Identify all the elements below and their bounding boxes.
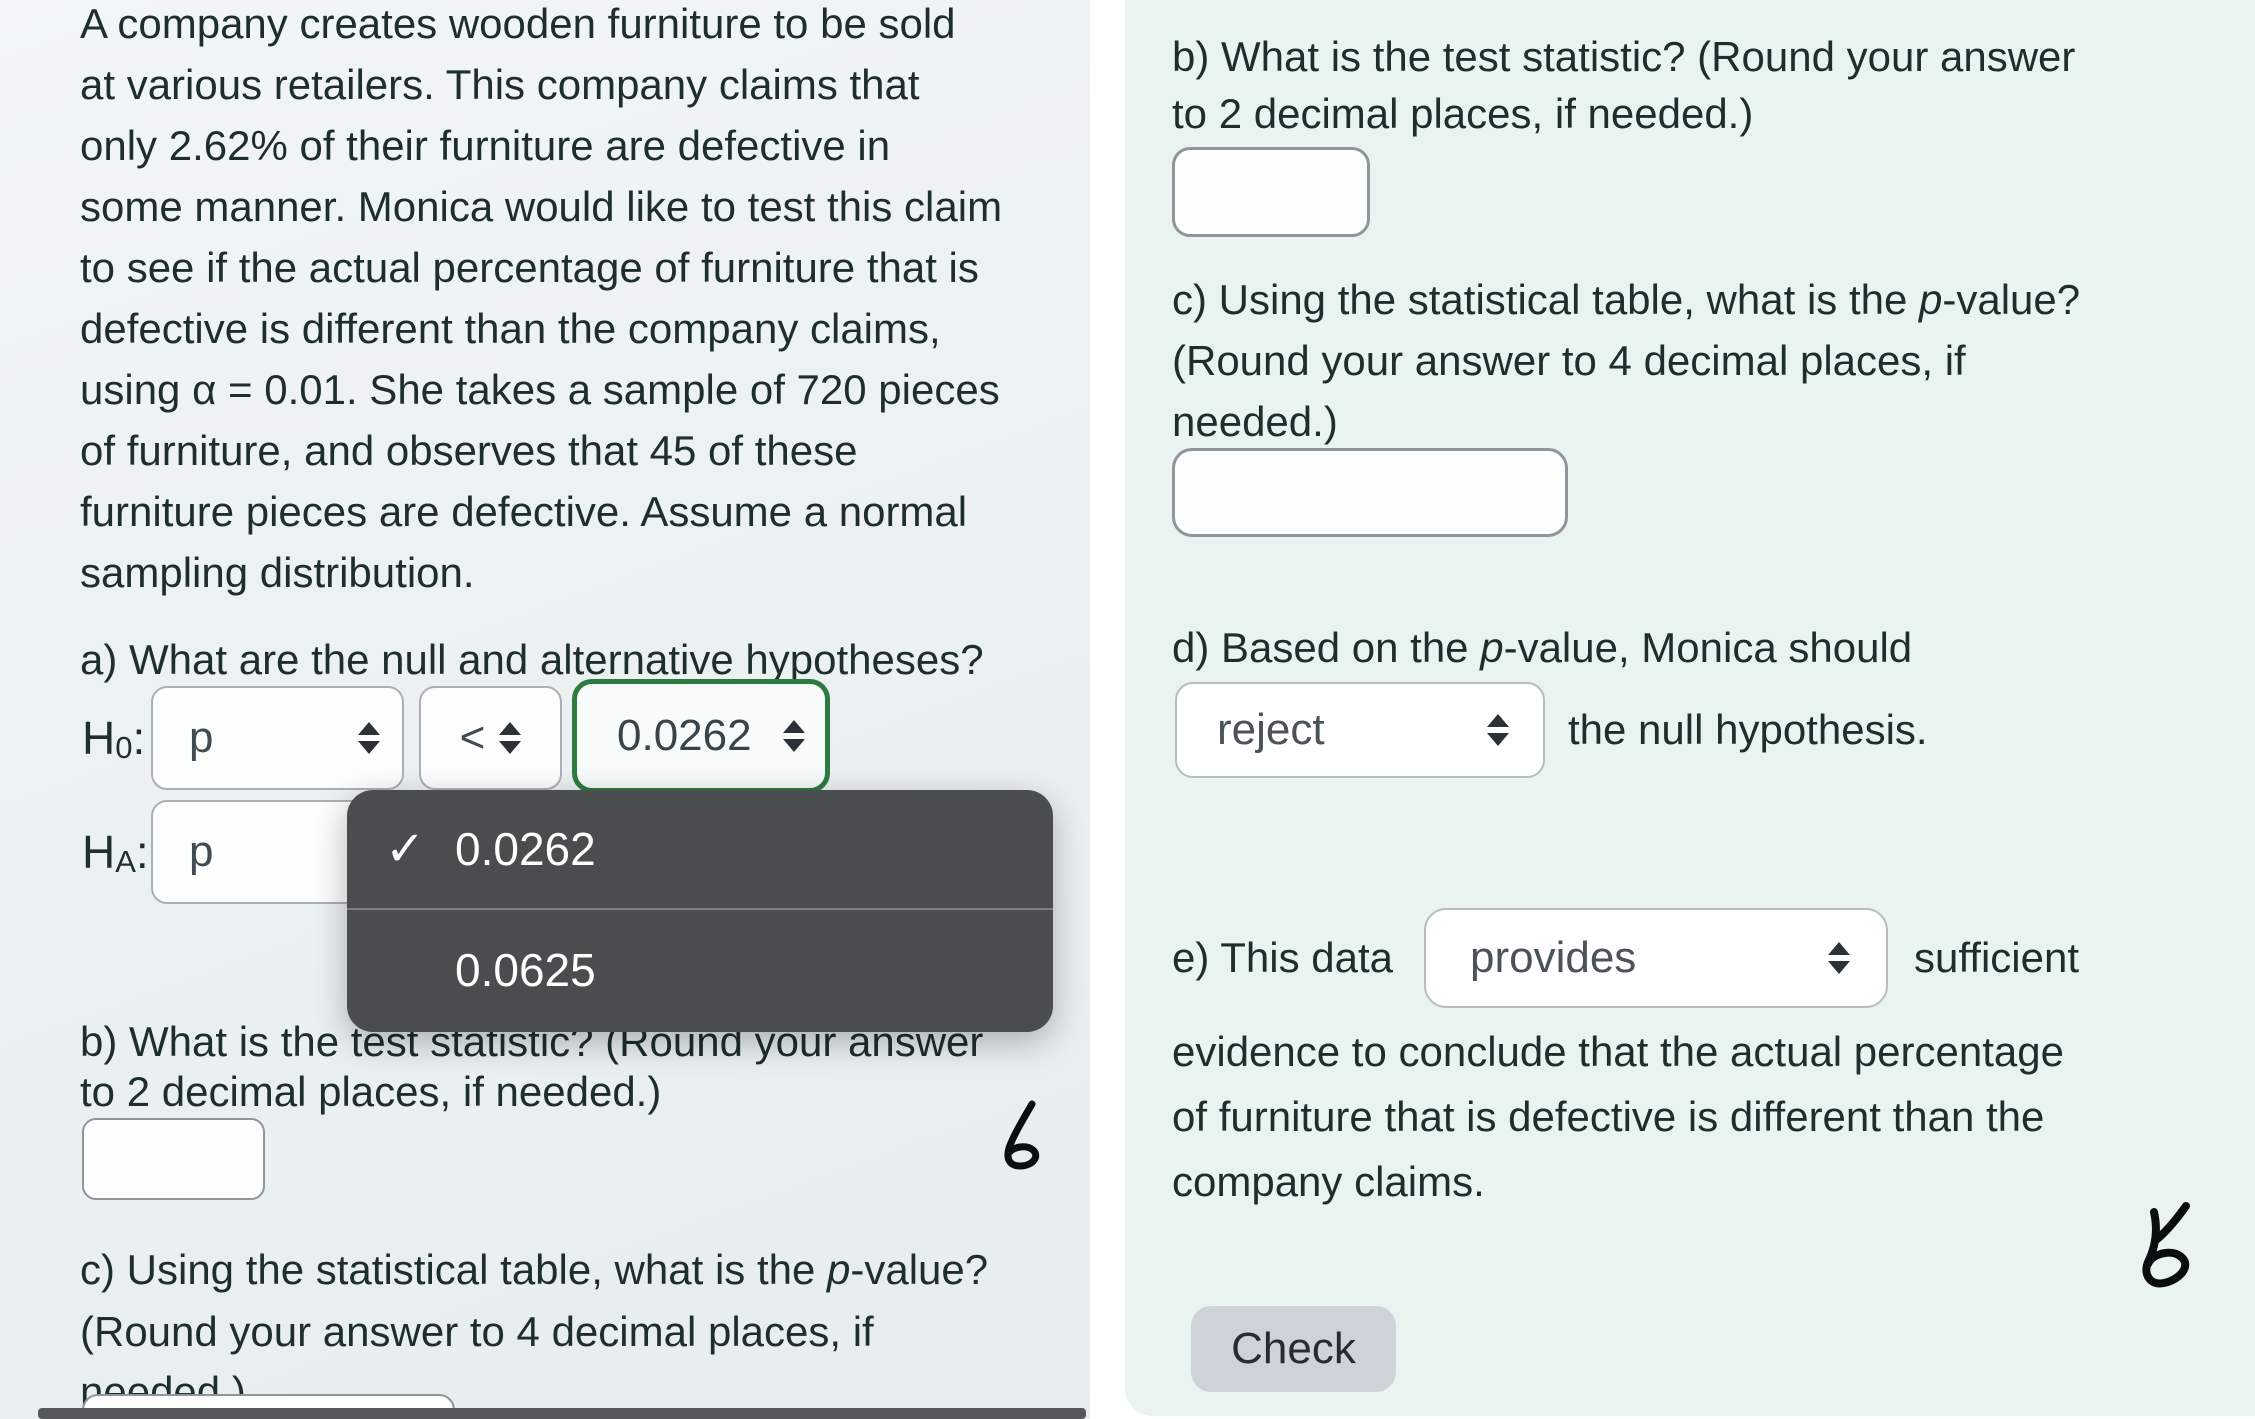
- h0-parameter-select[interactable]: p: [151, 686, 404, 790]
- part-e-suffix: sufficient: [1914, 934, 2079, 981]
- handwritten-mark-left: [1004, 1100, 1040, 1170]
- problem-line: furniture pieces are defective. Assume a…: [80, 488, 968, 535]
- bottom-scrollbar[interactable]: [38, 1408, 1086, 1419]
- check-icon: ✓: [385, 823, 426, 876]
- problem-line: of furniture, and observes that 45 of th…: [80, 427, 858, 474]
- menu-option[interactable]: 0.0625: [347, 910, 1053, 1030]
- part-c-text: -value?: [1942, 276, 2081, 323]
- updown-arrows-icon: [1487, 714, 1509, 746]
- ha-label: HA:: [82, 800, 149, 904]
- h0-parameter-value: p: [189, 713, 214, 762]
- part-e-prefix: e) This data: [1172, 934, 1394, 981]
- ha-parameter-value: p: [189, 827, 214, 876]
- problem-line: some manner. Monica would like to test t…: [80, 183, 1003, 230]
- value-dropdown-menu: ✓ 0.0262 0.0625: [347, 790, 1053, 1032]
- problem-line: A company creates wooden furniture to be…: [80, 0, 956, 47]
- part-c-text: c) Using the statistical table, what is …: [80, 1246, 827, 1293]
- h0-value: 0.0262: [617, 711, 752, 760]
- quiz-page: A company creates wooden furniture to be…: [0, 0, 2255, 1419]
- menu-option-selected[interactable]: ✓ 0.0262: [347, 790, 1053, 908]
- problem-line: sampling distribution.: [80, 549, 475, 596]
- ha-colon: :: [135, 826, 149, 878]
- decision-select[interactable]: reject: [1175, 682, 1545, 778]
- part-d-text: -value, Monica should: [1503, 624, 1913, 671]
- decision-value: reject: [1217, 705, 1325, 754]
- ha-subscript: A: [115, 844, 136, 879]
- problem-line: defective is different than the company …: [80, 305, 941, 352]
- evidence-select[interactable]: provides: [1424, 908, 1888, 1008]
- h0-base: H: [82, 712, 116, 764]
- part-d-suffix: the null hypothesis.: [1568, 706, 1928, 753]
- menu-option-label: 0.0625: [455, 944, 596, 996]
- menu-option-label: 0.0262: [455, 823, 596, 875]
- part-a-heading: a) What are the null and alternative hyp…: [80, 636, 984, 683]
- problem-line: to see if the actual percentage of furni…: [80, 244, 979, 291]
- updown-arrows-icon: [783, 720, 805, 752]
- updown-arrows-icon: [1828, 942, 1850, 974]
- h0-label: H0:: [82, 686, 145, 790]
- p-italic: p: [1919, 276, 1943, 323]
- part-b-heading-line2: to 2 decimal places, if needed.): [80, 1068, 662, 1115]
- part-b-heading-line1: b) What is the test statistic? (Round yo…: [1172, 33, 2076, 80]
- test-statistic-input-left[interactable]: [82, 1118, 265, 1200]
- problem-line: only 2.62% of their furniture are defect…: [80, 122, 891, 169]
- part-c-heading-line1: c) Using the statistical table, what is …: [1172, 270, 2080, 330]
- part-c-heading-line2: (Round your answer to 4 decimal places, …: [80, 1308, 874, 1355]
- test-statistic-input[interactable]: [1172, 147, 1370, 237]
- part-b-heading-line2: to 2 decimal places, if needed.): [1172, 90, 1754, 137]
- part-e-line4: company claims.: [1172, 1158, 1485, 1205]
- h0-value-select[interactable]: 0.0262: [572, 679, 830, 793]
- evidence-value: provides: [1470, 933, 1637, 982]
- handwritten-mark-right: [2142, 1202, 2190, 1288]
- updown-arrows-icon: [358, 722, 380, 754]
- h0-subscript: 0: [115, 730, 133, 765]
- h0-operator-select[interactable]: <: [419, 686, 562, 790]
- h0-colon: :: [132, 712, 146, 764]
- part-d-text: d) Based on the: [1172, 624, 1481, 671]
- updown-arrows-icon: [499, 722, 522, 754]
- p-value-input[interactable]: [1172, 448, 1568, 537]
- check-button[interactable]: Check: [1191, 1306, 1396, 1392]
- part-e-line3: of furniture that is defective is differ…: [1172, 1093, 2045, 1140]
- part-c-text: -value?: [850, 1246, 989, 1293]
- part-c-heading-line3: needed.): [1172, 398, 1338, 445]
- part-e-line2: evidence to conclude that the actual per…: [1172, 1028, 2064, 1075]
- p-italic: p: [827, 1246, 851, 1293]
- problem-line: at various retailers. This company claim…: [80, 61, 920, 108]
- p-italic: p: [1480, 624, 1504, 671]
- problem-line: using α = 0.01. She takes a sample of 72…: [80, 366, 1000, 413]
- part-d-heading: d) Based on the p-value, Monica should: [1172, 618, 1912, 678]
- part-c-heading-line1: c) Using the statistical table, what is …: [80, 1240, 988, 1300]
- h0-operator-value: <: [459, 713, 486, 762]
- part-c-text: c) Using the statistical table, what is …: [1172, 276, 1919, 323]
- ha-base: H: [82, 826, 116, 878]
- part-c-heading-line2: (Round your answer to 4 decimal places, …: [1172, 337, 1966, 384]
